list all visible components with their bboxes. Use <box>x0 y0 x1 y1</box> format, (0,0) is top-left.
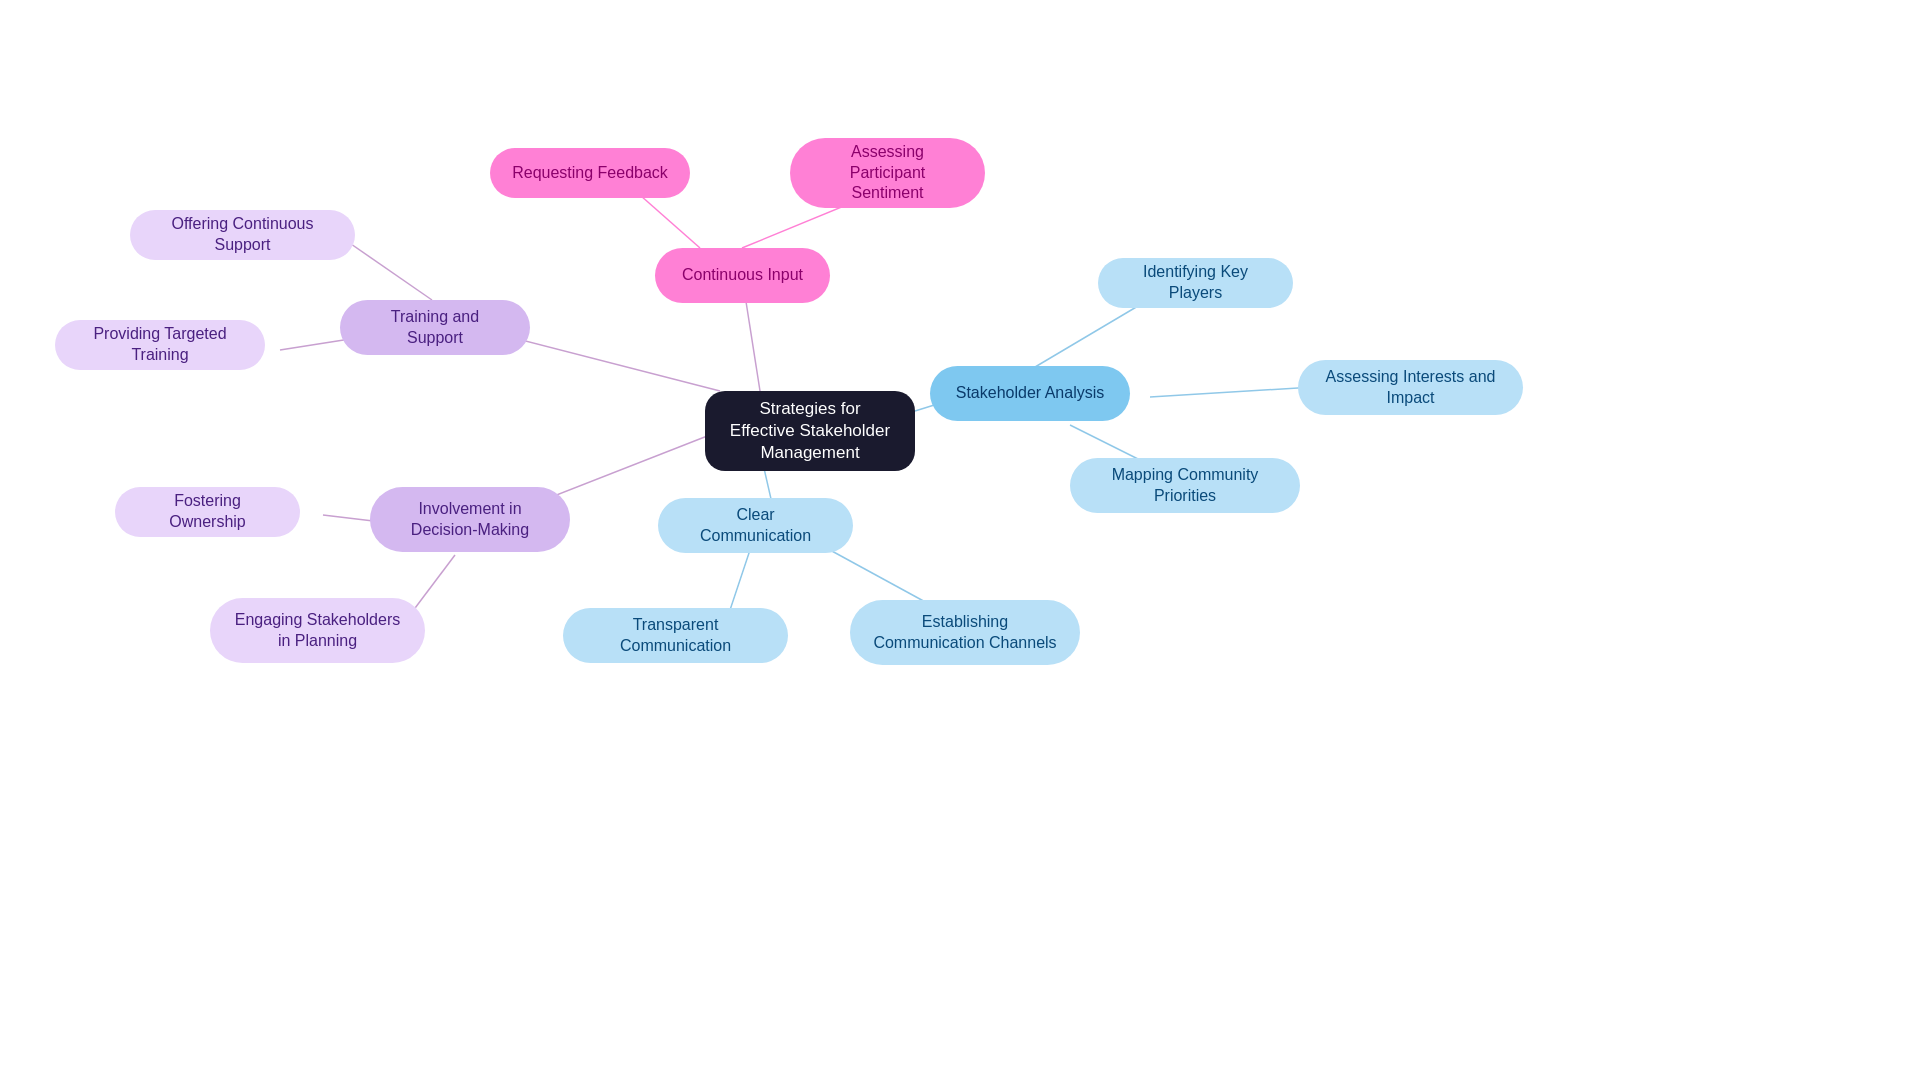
center-node: Strategies for Effective Stakeholder Man… <box>705 391 915 471</box>
training-support-node: Training and Support <box>340 300 530 355</box>
involvement-decision-node: Involvement in Decision-Making <box>370 487 570 552</box>
establishing-channels-node: Establishing Communication Channels <box>850 600 1080 665</box>
clear-communication-node: Clear Communication <box>658 498 853 553</box>
transparent-communication-node: Transparent Communication <box>563 608 788 663</box>
providing-training-node: Providing Targeted Training <box>55 320 265 370</box>
stakeholder-analysis-node: Stakeholder Analysis <box>930 366 1130 421</box>
mapping-community-node: Mapping Community Priorities <box>1070 458 1300 513</box>
svg-line-11 <box>730 550 750 610</box>
identifying-key-players-node: Identifying Key Players <box>1098 258 1293 308</box>
offering-support-node: Offering Continuous Support <box>130 210 355 260</box>
engaging-stakeholders-node: Engaging Stakeholders in Planning <box>210 598 425 663</box>
fostering-ownership-node: Fostering Ownership <box>115 487 300 537</box>
continuous-input-node: Continuous Input <box>655 248 830 303</box>
assessing-participant-node: Assessing Participant Sentiment <box>790 138 985 208</box>
assessing-interests-node: Assessing Interests and Impact <box>1298 360 1523 415</box>
requesting-feedback-node: Requesting Feedback <box>490 148 690 198</box>
